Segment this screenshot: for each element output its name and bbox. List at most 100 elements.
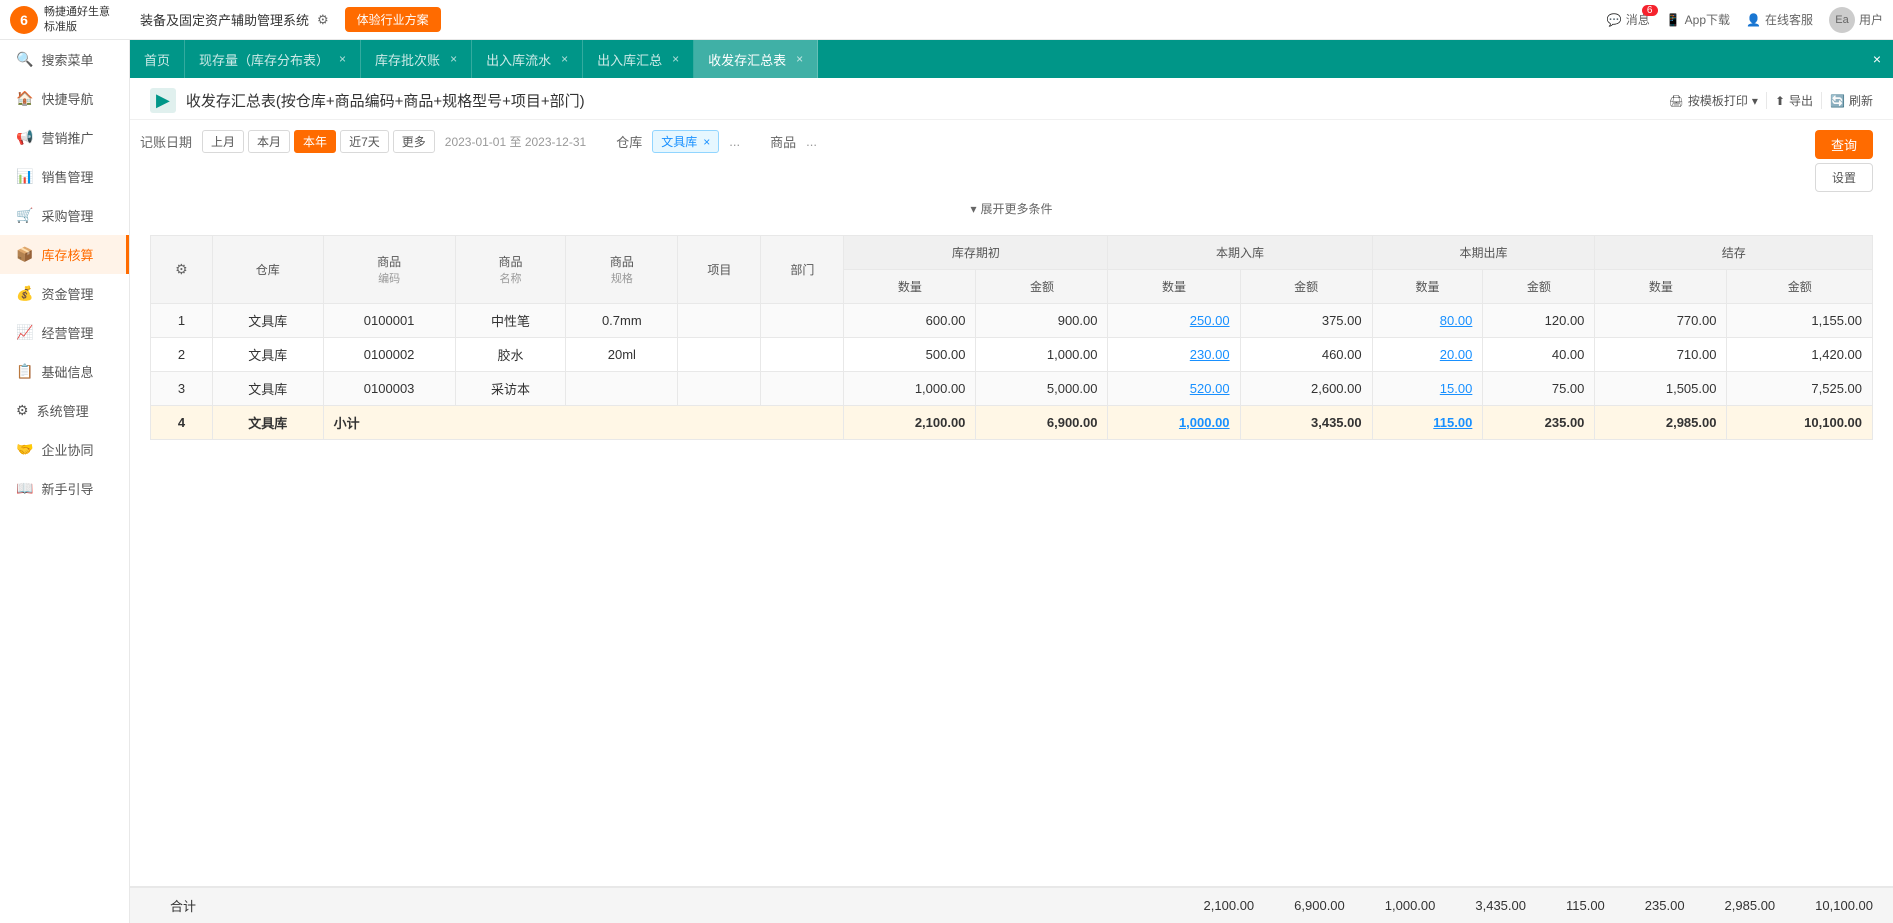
goods-more-btn[interactable]: ... [806,134,817,149]
system-name-text: 装备及固定资产辅助管理系统 [140,10,309,29]
cell-bal-qty-1: 770.00 [1595,304,1727,338]
date-btn-this-month[interactable]: 本月 [248,130,290,153]
th-group-balance: 结存 [1595,236,1873,270]
data-table: ⚙ 仓库 商品编码 商品名称 商品规格 项目 部门 库存期初 本期入库 本期出库… [150,235,1873,440]
tab-in-out-flow-close[interactable]: × [561,52,568,66]
gear-icon[interactable]: ⚙ [317,12,329,28]
tab-home[interactable]: 首页 [130,40,185,78]
th-opening-qty: 数量 [844,270,976,304]
cell-spec-2: 20ml [566,338,678,372]
base-info-icon: 📋 [16,363,33,380]
avatar: Ea [1829,7,1855,33]
sidebar-item-guide[interactable]: 📖 新手引导 [0,469,129,508]
subtotal-in-amt: 3,435.00 [1240,406,1372,440]
th-group-opening: 库存期初 [844,236,1108,270]
sidebar-label-search: 搜索菜单 [41,50,93,69]
app-download-item[interactable]: 📱 App下载 [1666,11,1730,28]
date-btn-7days[interactable]: 近7天 [340,130,389,153]
th-warehouse: 仓库 [212,236,323,304]
cell-spec-1: 0.7mm [566,304,678,338]
subtotal-out-qty[interactable]: 115.00 [1372,406,1483,440]
date-btn-last-month[interactable]: 上月 [202,130,244,153]
cell-out-qty-3[interactable]: 15.00 [1372,372,1483,406]
warehouse-tag-close[interactable]: × [703,135,710,149]
sidebar-item-operations[interactable]: 📈 经营管理 [0,313,129,352]
th-goods-code: 商品编码 [323,236,455,304]
tab-recv-send-summary[interactable]: 收发存汇总表 × [694,40,818,78]
cell-open-amt-1: 900.00 [976,304,1108,338]
tab-in-out-flow[interactable]: 出入库流水 × [472,40,583,78]
sidebar-item-sales[interactable]: 📊 销售管理 [0,157,129,196]
sidebar-item-quick-nav[interactable]: 🏠 快捷导航 [0,79,129,118]
th-balance-qty: 数量 [1595,270,1727,304]
tab-batch-ledger-close[interactable]: × [450,52,457,66]
warehouse-filter-tag[interactable]: 文具库 × [652,130,719,153]
sidebar-label-purchase: 采购管理 [41,206,93,225]
table-wrapper: ⚙ 仓库 商品编码 商品名称 商品规格 项目 部门 库存期初 本期入库 本期出库… [130,225,1893,450]
th-balance-amount: 金额 [1727,270,1873,304]
cell-in-qty-2[interactable]: 230.00 [1108,338,1240,372]
online-service-item[interactable]: 👤 在线客服 [1746,11,1813,28]
sidebar-item-base-info[interactable]: 📋 基础信息 [0,352,129,391]
table-settings-icon[interactable]: ⚙ [175,261,188,277]
collapse-arrow-btn[interactable]: ▶ [150,88,176,113]
user-item[interactable]: Ea 用户 [1829,7,1883,33]
message-item[interactable]: 💬 消息 6 [1607,11,1650,28]
date-label: 记账日期 [140,132,192,151]
cell-out-qty-2[interactable]: 20.00 [1372,338,1483,372]
sidebar-item-inventory[interactable]: 📦 库存核算 [0,235,129,274]
tab-batch-ledger[interactable]: 库存批次账 × [361,40,472,78]
search-icon: 🔍 [16,51,33,68]
phone-icon: 📱 [1666,13,1681,27]
sidebar-item-enterprise[interactable]: 🤝 企业协同 [0,430,129,469]
sidebar-item-system[interactable]: ⚙ 系统管理 [0,391,129,430]
cell-in-qty-3[interactable]: 520.00 [1108,372,1240,406]
sidebar-label-inventory: 库存核算 [41,245,93,264]
tab-recv-send-summary-label: 收发存汇总表 [708,50,786,69]
refresh-btn[interactable]: 🔄 刷新 [1821,92,1873,109]
sidebar-item-purchase[interactable]: 🛒 采购管理 [0,196,129,235]
th-project: 项目 [678,236,761,304]
settings-filter-btn[interactable]: 设置 [1815,163,1873,192]
warehouse-more-btn[interactable]: ... [729,134,740,149]
cell-in-qty-1[interactable]: 250.00 [1108,304,1240,338]
subtotal-open-qty: 2,100.00 [844,406,976,440]
total-bal-amt: 10,100.00 [1815,898,1873,913]
total-in-qty: 1,000.00 [1385,898,1436,913]
tab-in-out-summary-label: 出入库汇总 [597,50,662,69]
query-btn[interactable]: 查询 [1815,130,1873,159]
date-btn-this-year[interactable]: 本年 [294,130,336,153]
tab-close-all[interactable]: × [1861,51,1893,67]
cell-name-1: 中性笔 [455,304,566,338]
th-settings[interactable]: ⚙ [151,236,213,304]
sidebar-item-finance[interactable]: 💰 资金管理 [0,274,129,313]
table-row: 3 文具库 0100003 采访本 1,000.00 5,000.00 520.… [151,372,1873,406]
query-btn-area: 查询 设置 [1815,130,1873,192]
tab-inventory-dist-close[interactable]: × [339,52,346,66]
date-btn-more[interactable]: 更多 [393,130,435,153]
expand-arrow-icon: ▾ [970,202,976,216]
th-inbound-qty: 数量 [1108,270,1240,304]
export-btn[interactable]: ⬆ 导出 [1766,92,1813,109]
filter-lines: 记账日期 上月 本月 本年 近7天 更多 2023-01-01 至 2023-1… [140,130,1797,153]
print-btn[interactable]: 🖨 按模板打印 ▾ [1669,92,1758,109]
subtotal-in-qty[interactable]: 1,000.00 [1108,406,1240,440]
home-icon: 🏠 [16,90,33,107]
sidebar-item-marketing[interactable]: 📢 营销推广 [0,118,129,157]
th-inbound-amount: 金额 [1240,270,1372,304]
cell-open-qty-3: 1,000.00 [844,372,976,406]
expand-conditions-btn[interactable]: ▾ 展开更多条件 [970,200,1052,217]
sidebar-label-system: 系统管理 [37,401,89,420]
sidebar-item-search[interactable]: 🔍 搜索菜单 [0,40,129,79]
warehouse-label: 仓库 [616,132,642,151]
tab-recv-send-summary-close[interactable]: × [796,52,803,66]
cell-warehouse-1: 文具库 [212,304,323,338]
system-name-area: 装备及固定资产辅助管理系统 ⚙ 体验行业方案 [140,7,1607,32]
date-range-text: 2023-01-01 至 2023-12-31 [445,133,586,150]
tab-in-out-summary-close[interactable]: × [672,52,679,66]
goods-label: 商品 [770,132,796,151]
tab-inventory-dist[interactable]: 现存量（库存分布表） × [185,40,361,78]
cell-out-qty-1[interactable]: 80.00 [1372,304,1483,338]
tab-in-out-summary[interactable]: 出入库汇总 × [583,40,694,78]
industry-btn[interactable]: 体验行业方案 [345,7,441,32]
